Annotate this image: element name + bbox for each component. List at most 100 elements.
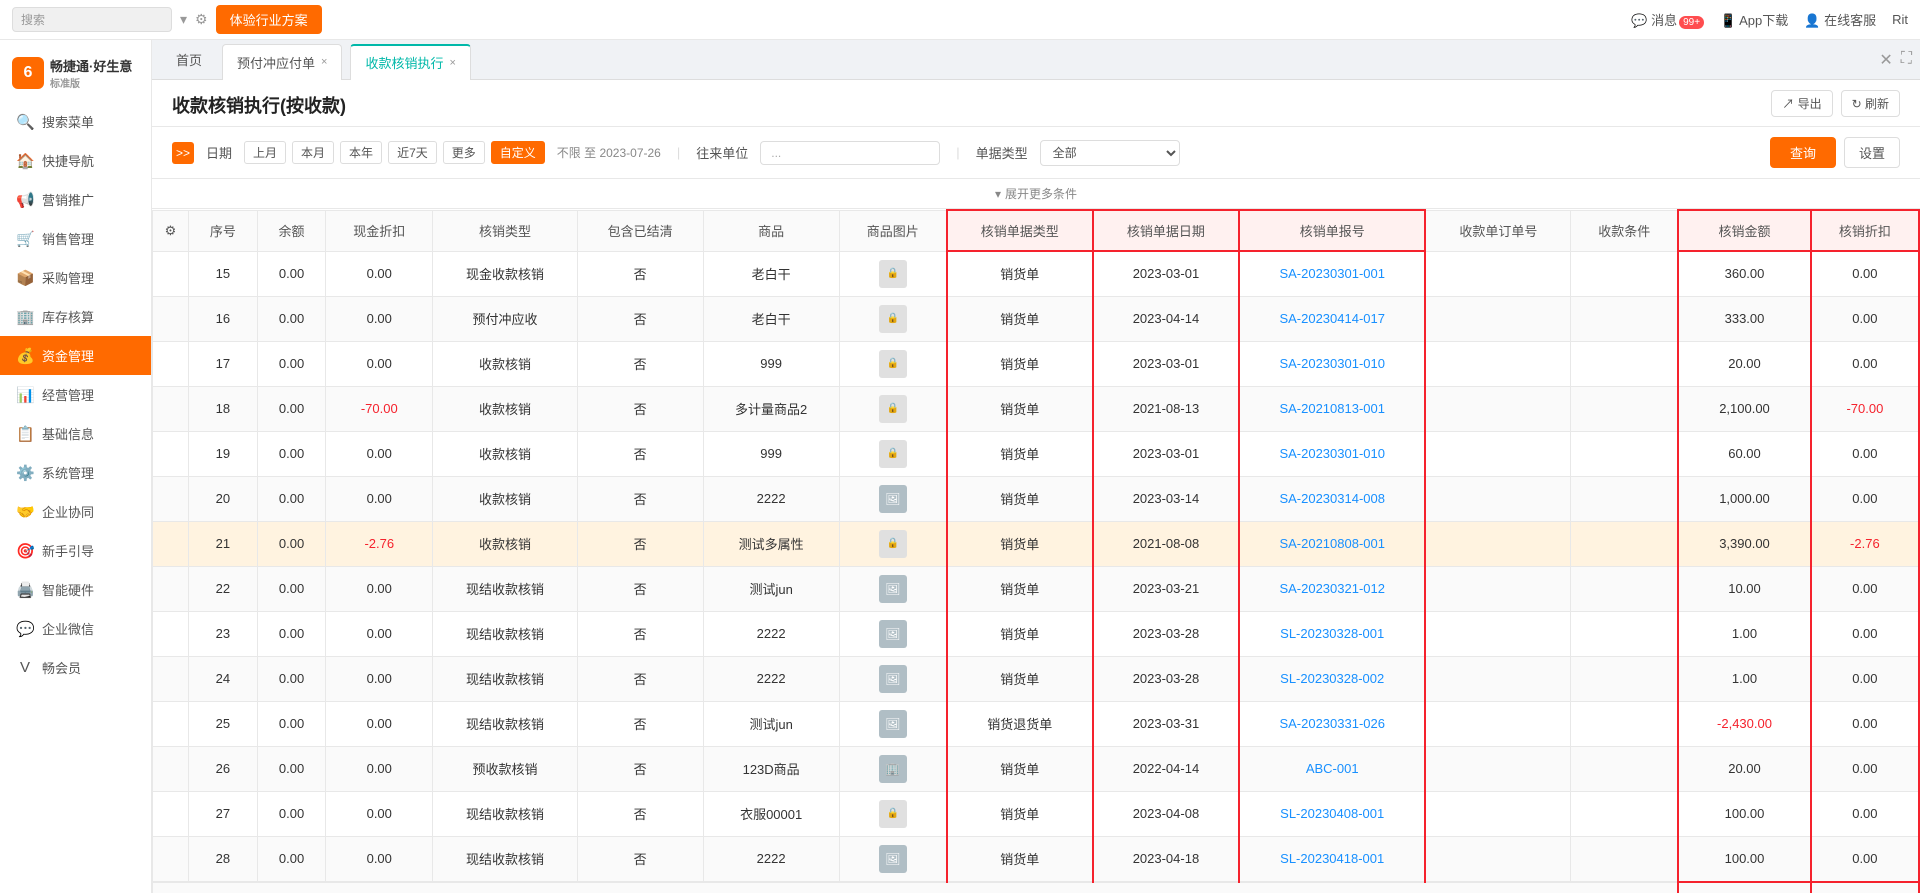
table-row: 21 0.00 -2.76 收款核销 否 测试多属性 🔒 销货单 2021-08… <box>153 521 1920 566</box>
table-row: 20 0.00 0.00 收款核销 否 2222 🖼 销货单 2023-03-1… <box>153 476 1920 521</box>
row-cancel-bill-no[interactable]: SA-20210808-001 <box>1239 521 1425 566</box>
row-cancel-type: 现结收款核销 <box>433 611 578 656</box>
row-cancel-bill-no[interactable]: SA-20230331-026 <box>1239 701 1425 746</box>
row-cancel-bill-no[interactable]: SA-20230301-001 <box>1239 251 1425 296</box>
tab-advance[interactable]: 预付冲应付单 × <box>222 44 342 80</box>
row-cancel-bill-type: 销货单 <box>947 341 1093 386</box>
cancel-bill-link[interactable]: SA-20210813-001 <box>1279 401 1385 416</box>
row-cancel-discount: 0.00 <box>1811 296 1919 341</box>
sidebar-item-wechat[interactable]: 💬 企业微信 <box>0 609 151 648</box>
cancel-bill-link[interactable]: SL-20230418-001 <box>1280 851 1384 866</box>
settings-icon[interactable]: ⚙ <box>195 11 208 28</box>
search-input[interactable]: 搜索 <box>12 7 172 32</box>
row-cancel-bill-no[interactable]: SL-20230408-001 <box>1239 791 1425 836</box>
row-cancel-discount: 0.00 <box>1811 656 1919 701</box>
cancel-bill-link[interactable]: SA-20230321-012 <box>1279 581 1385 596</box>
sidebar-item-enterprise[interactable]: 🤝 企业协同 <box>0 492 151 531</box>
cancel-bill-link[interactable]: SA-20210808-001 <box>1279 536 1385 551</box>
divider1: | <box>677 145 680 160</box>
date-this-year[interactable]: 本年 <box>340 141 382 164</box>
row-product: 123D商品 <box>703 746 839 791</box>
date-custom[interactable]: 自定义 <box>491 141 545 164</box>
sidebar-item-operation[interactable]: 📊 经营管理 <box>0 375 151 414</box>
sidebar-item-quick-nav[interactable]: 🏠 快捷导航 <box>0 141 151 180</box>
tab-receipt[interactable]: 收款核销执行 × <box>350 44 470 80</box>
row-seq: 22 <box>189 566 258 611</box>
sidebar-item-hardware[interactable]: 🖨️ 智能硬件 <box>0 570 151 609</box>
filter-arrow-btn[interactable]: >> <box>172 142 194 164</box>
cancel-bill-link[interactable]: SA-20230314-008 <box>1279 491 1385 506</box>
table-container[interactable]: ⚙ 序号 余额 现金折扣 核销类型 包含已结清 商品 商品图片 核销单据类型 核… <box>152 209 1920 893</box>
row-cancel-bill-no[interactable]: SA-20230321-012 <box>1239 566 1425 611</box>
row-cancel-bill-date: 2023-03-28 <box>1093 611 1239 656</box>
settings-btn[interactable]: 设置 <box>1844 137 1900 168</box>
tab-close-btn[interactable]: ✕ <box>1879 50 1892 70</box>
table-header: ⚙ 序号 余额 现金折扣 核销类型 包含已结清 商品 商品图片 核销单据类型 核… <box>153 210 1920 251</box>
row-cancel-bill-no[interactable]: ABC-001 <box>1239 746 1425 791</box>
row-seq: 27 <box>189 791 258 836</box>
cancel-bill-link[interactable]: ABC-001 <box>1306 761 1359 776</box>
sidebar-item-marketing[interactable]: 📢 营销推广 <box>0 180 151 219</box>
tab-home[interactable]: 首页 <box>160 40 218 80</box>
row-cancel-bill-date: 2023-04-18 <box>1093 836 1239 882</box>
refresh-btn[interactable]: ↻ 刷新 <box>1841 90 1900 117</box>
dropdown-icon[interactable]: ▾ <box>180 11 187 28</box>
cancel-bill-link[interactable]: SA-20230331-026 <box>1279 716 1385 731</box>
query-btn[interactable]: 查询 <box>1770 137 1836 168</box>
row-cancel-amount: 2,100.00 <box>1678 386 1811 431</box>
date-this-month[interactable]: 本月 <box>292 141 334 164</box>
cancel-bill-link[interactable]: SA-20230414-017 <box>1279 311 1385 326</box>
sidebar-item-system[interactable]: ⚙️ 系统管理 <box>0 453 151 492</box>
row-cancel-discount: 0.00 <box>1811 341 1919 386</box>
voucher-type-select[interactable]: 全部 销货单 销货退货单 <box>1040 140 1180 166</box>
row-cancel-type: 现结收款核销 <box>433 656 578 701</box>
industry-btn[interactable]: 体验行业方案 <box>216 5 322 34</box>
sidebar-item-basic[interactable]: 📋 基础信息 <box>0 414 151 453</box>
row-cancel-amount: 60.00 <box>1678 431 1811 476</box>
sidebar-item-purchase[interactable]: 📦 采购管理 <box>0 258 151 297</box>
row-cancel-bill-no[interactable]: SA-20210813-001 <box>1239 386 1425 431</box>
date-7days[interactable]: 近7天 <box>388 141 437 164</box>
cancel-bill-link[interactable]: SA-20230301-010 <box>1279 446 1385 461</box>
cancel-bill-link[interactable]: SL-20230328-002 <box>1280 671 1384 686</box>
expand-more-btn[interactable]: ▾ 展开更多条件 <box>152 179 1920 209</box>
cancel-bill-link[interactable]: SA-20230301-010 <box>1279 356 1385 371</box>
tab-maximize-btn[interactable]: ⛶ <box>1901 50 1912 70</box>
sidebar-item-sales[interactable]: 🛒 销售管理 <box>0 219 151 258</box>
row-cancel-bill-no[interactable]: SA-20230314-008 <box>1239 476 1425 521</box>
cancel-bill-link[interactable]: SA-20230301-001 <box>1279 266 1385 281</box>
cancel-bill-link[interactable]: SL-20230328-001 <box>1280 626 1384 641</box>
sidebar-item-finance[interactable]: 💰 资金管理 <box>0 336 151 375</box>
app-download[interactable]: 📱 App下载 <box>1720 10 1788 29</box>
row-cancel-bill-no[interactable]: SL-20230328-001 <box>1239 611 1425 656</box>
row-cancel-bill-type: 销货单 <box>947 656 1093 701</box>
cancel-bill-link[interactable]: SL-20230408-001 <box>1280 806 1384 821</box>
notification-area[interactable]: 💬 消息99+ <box>1631 10 1704 29</box>
col-settings[interactable]: ⚙ <box>153 210 189 251</box>
sidebar-item-guide[interactable]: 🎯 新手引导 <box>0 531 151 570</box>
counterpart-input[interactable]: ... <box>760 141 940 165</box>
date-more[interactable]: 更多 <box>443 141 485 164</box>
tab-close-receipt[interactable]: × <box>449 57 455 69</box>
product-image: 🔒 <box>879 305 907 333</box>
row-cancel-amount: 1.00 <box>1678 611 1811 656</box>
tab-close-advance[interactable]: × <box>321 56 327 68</box>
row-cancel-bill-no[interactable]: SL-20230328-002 <box>1239 656 1425 701</box>
sidebar-item-inventory[interactable]: 🏢 库存核算 <box>0 297 151 336</box>
finance-icon: 💰 <box>16 347 34 365</box>
sidebar-item-member[interactable]: V 畅会员 <box>0 648 151 687</box>
row-cancel-amount: 100.00 <box>1678 836 1811 882</box>
user-avatar[interactable]: Rit <box>1892 12 1908 27</box>
row-cancel-bill-no[interactable]: SA-20230301-010 <box>1239 431 1425 476</box>
row-balance: 0.00 <box>257 251 326 296</box>
row-cancel-bill-no[interactable]: SL-20230418-001 <box>1239 836 1425 882</box>
row-cancel-bill-no[interactable]: SA-20230414-017 <box>1239 296 1425 341</box>
sidebar-item-search[interactable]: 🔍 搜索菜单 <box>0 102 151 141</box>
row-cancel-bill-no[interactable]: SA-20230301-010 <box>1239 341 1425 386</box>
row-cancel-amount: 333.00 <box>1678 296 1811 341</box>
row-cancel-discount: 0.00 <box>1811 791 1919 836</box>
date-last-month[interactable]: 上月 <box>244 141 286 164</box>
row-cancel-bill-type: 销货退货单 <box>947 701 1093 746</box>
export-btn[interactable]: ↗ 导出 <box>1771 90 1832 117</box>
online-service[interactable]: 👤 在线客服 <box>1804 10 1876 29</box>
